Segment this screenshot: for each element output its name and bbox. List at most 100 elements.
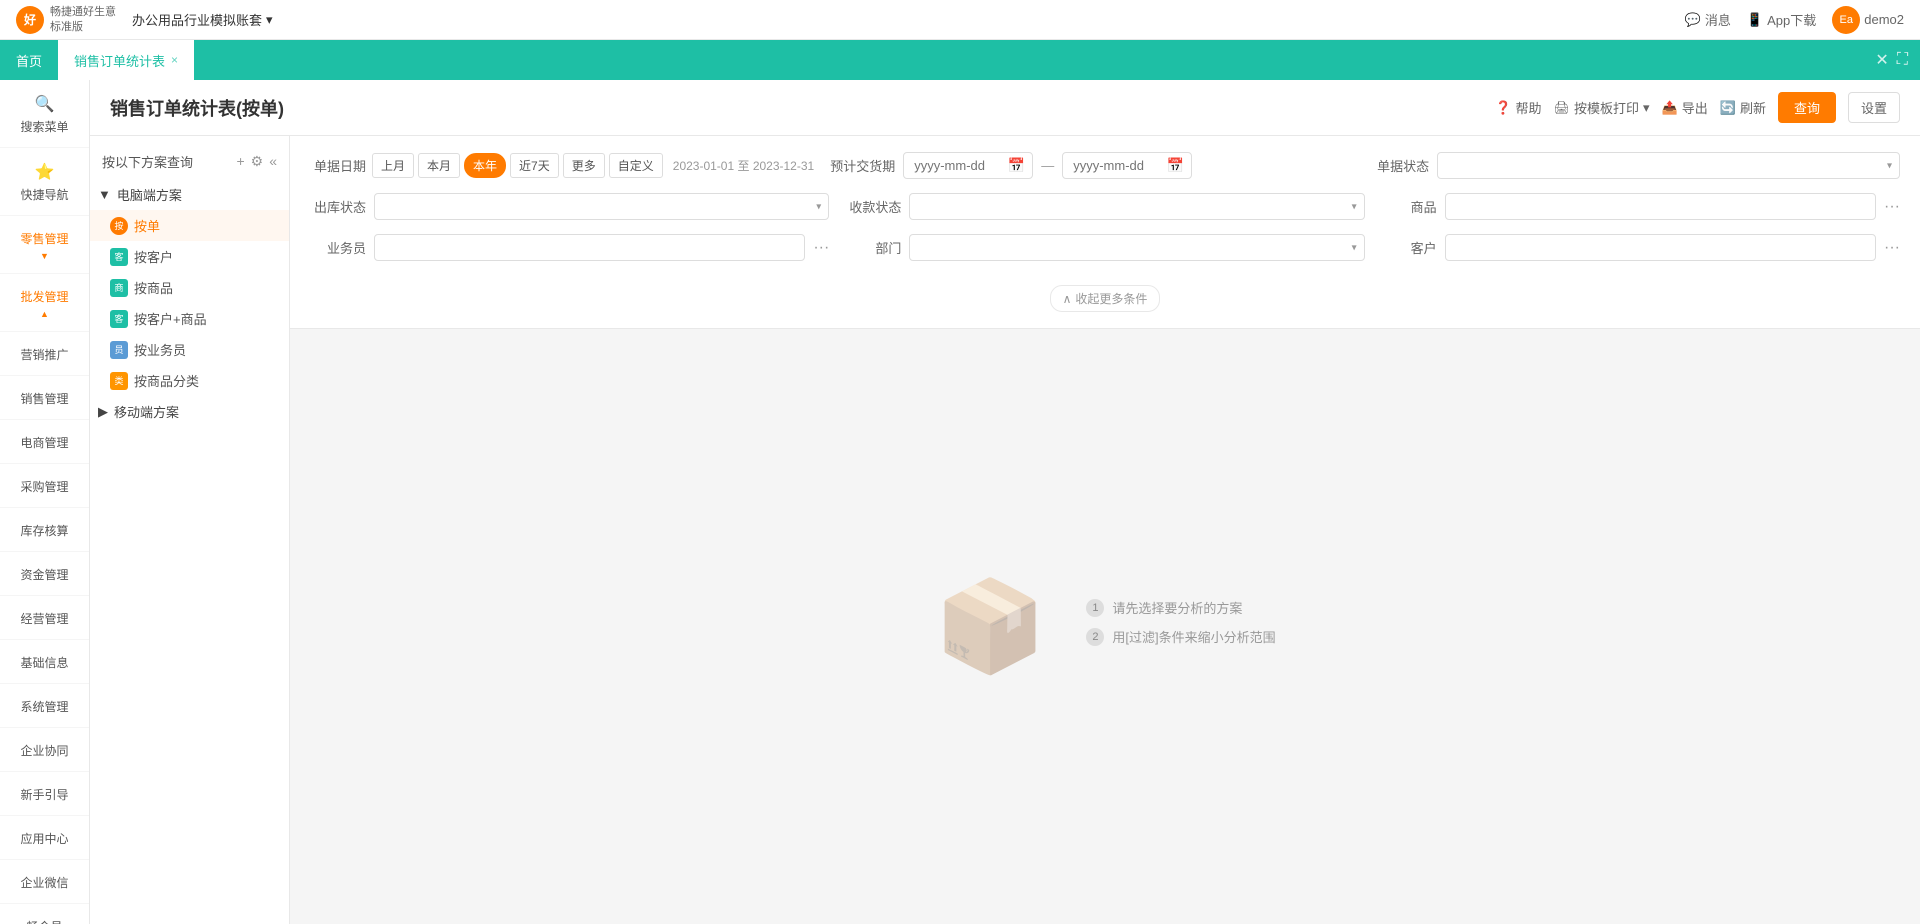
salesperson-dots-icon[interactable]: ··· bbox=[813, 239, 829, 257]
sidebar-item-ecommerce[interactable]: 电商管理 bbox=[0, 420, 89, 464]
print-dropdown-icon: ▾ bbox=[1643, 100, 1650, 116]
tree-mobile-expand-icon: ▶ bbox=[98, 404, 108, 420]
sidebar-item-shortcut[interactable]: ⭐ 快捷导航 bbox=[0, 148, 89, 216]
date-filter-buttons: 上月 本月 本年 近7天 更多 自定义 bbox=[372, 153, 663, 178]
tree-section-pc[interactable]: ▼ 电脑端方案 bbox=[90, 179, 289, 210]
date-btn-custom[interactable]: 自定义 bbox=[609, 153, 663, 178]
date-btn-last-month[interactable]: 上月 bbox=[372, 153, 414, 178]
by-customer-product-icon: 客 bbox=[110, 310, 128, 328]
sidebar-item-marketing[interactable]: 营销推广 bbox=[0, 332, 89, 376]
sidebar-item-finance[interactable]: 资金管理 bbox=[0, 552, 89, 596]
product-dots-icon[interactable]: ··· bbox=[1884, 198, 1900, 216]
sidebar-item-newuser[interactable]: 新手引导 bbox=[0, 772, 89, 816]
logo-text: 畅捷通好生意 标准版 bbox=[50, 5, 116, 34]
settings-scheme-icon[interactable]: ⚙ bbox=[251, 153, 264, 170]
tree-item-by-category[interactable]: 类 按商品分类 bbox=[90, 365, 289, 396]
payment-status-label: 收款状态 bbox=[845, 197, 901, 216]
sidebar-item-enterprise[interactable]: 企业协同 bbox=[0, 728, 89, 772]
user-menu[interactable]: Ea demo2 bbox=[1832, 6, 1904, 34]
search-nav-icon: 🔍 bbox=[35, 94, 55, 114]
delivery-date-start[interactable] bbox=[903, 152, 1033, 179]
app-download-button[interactable]: 📱 App下载 bbox=[1747, 10, 1816, 29]
salesperson-label: 业务员 bbox=[310, 238, 366, 257]
shortcut-nav-icon: ⭐ bbox=[35, 162, 55, 182]
product-input[interactable] bbox=[1445, 193, 1876, 220]
sidebar-item-search[interactable]: 🔍 搜索菜单 bbox=[0, 80, 89, 148]
sidebar-item-member[interactable]: 畅会员 bbox=[0, 904, 89, 924]
order-status-select[interactable] bbox=[1437, 152, 1900, 179]
payment-status-select[interactable] bbox=[909, 193, 1364, 220]
template-print-button[interactable]: 🖨 按模板打印 ▾ bbox=[1554, 98, 1650, 117]
tab-close-icon[interactable]: × bbox=[171, 53, 178, 67]
sidebar-item-retail[interactable]: 零售管理 ▼ bbox=[0, 216, 89, 274]
tabbar: 首页 销售订单统计表 × ✕ ⛶ bbox=[0, 40, 1920, 80]
customer-input[interactable] bbox=[1445, 234, 1876, 261]
window-close-icon[interactable]: ✕ bbox=[1875, 50, 1888, 70]
app-selector[interactable]: 办公用品行业模拟账套 ▾ bbox=[124, 10, 281, 29]
tree-item-by-customer[interactable]: 客 按客户 bbox=[90, 241, 289, 272]
add-scheme-icon[interactable]: + bbox=[236, 153, 244, 170]
tree-item-by-customer-product[interactable]: 客 按客户+商品 bbox=[90, 303, 289, 334]
payment-status-group: 收款状态 ▾ bbox=[845, 193, 1364, 220]
collapse-button[interactable]: ∧ 收起更多条件 bbox=[1050, 285, 1161, 312]
sidebar-item-sales[interactable]: 销售管理 bbox=[0, 376, 89, 420]
empty-state-content: 📦 1 请先选择要分析的方案 2 用[过滤]条件来缩小分析范围 bbox=[934, 574, 1275, 679]
date-btn-this-year[interactable]: 本年 bbox=[464, 153, 506, 178]
sidebar-item-wechat[interactable]: 企业微信 bbox=[0, 860, 89, 904]
sidebar-item-wholesale[interactable]: 批发管理 ▲ bbox=[0, 274, 89, 332]
department-filter-group: 部门 ▾ bbox=[845, 234, 1364, 261]
tree-item-by-order[interactable]: 按 按单 bbox=[90, 210, 289, 241]
sidebar-item-system[interactable]: 系统管理 bbox=[0, 684, 89, 728]
empty-tip-1: 1 请先选择要分析的方案 bbox=[1086, 598, 1275, 617]
topbar-right: 💬 消息 📱 App下载 Ea demo2 bbox=[1685, 6, 1904, 34]
query-button[interactable]: 查询 bbox=[1778, 92, 1836, 123]
order-status-label: 单据状态 bbox=[1373, 156, 1429, 175]
sidebar-item-operations[interactable]: 经营管理 bbox=[0, 596, 89, 640]
settings-button[interactable]: 设置 bbox=[1848, 92, 1900, 123]
export-icon: 📤 bbox=[1662, 100, 1678, 116]
content-wrapper: 按以下方案查询 + ⚙ « ▼ 电脑端方案 按 按单 客 bbox=[90, 136, 1920, 924]
page-title: 销售订单统计表(按单) bbox=[110, 95, 284, 121]
sidebar-item-inventory[interactable]: 库存核算 bbox=[0, 508, 89, 552]
date-btn-7days[interactable]: 近7天 bbox=[510, 153, 559, 178]
date-btn-this-month[interactable]: 本月 bbox=[418, 153, 460, 178]
delivery-date-start-wrap: 📅 bbox=[903, 152, 1033, 179]
logo-icon: 好 bbox=[16, 6, 44, 34]
sidebar-item-appcenter[interactable]: 应用中心 bbox=[0, 816, 89, 860]
sidebar-item-procurement[interactable]: 采购管理 bbox=[0, 464, 89, 508]
tree-item-by-product[interactable]: 商 按商品 bbox=[90, 272, 289, 303]
help-icon: ❓ bbox=[1495, 100, 1511, 116]
by-salesperson-icon: 员 bbox=[110, 341, 128, 359]
date-btn-more[interactable]: 更多 bbox=[563, 153, 605, 178]
salesperson-filter-group: 业务员 ··· bbox=[310, 234, 829, 261]
message-button[interactable]: 💬 消息 bbox=[1685, 10, 1731, 29]
customer-filter-group: 客户 ··· bbox=[1381, 234, 1900, 261]
empty-tips: 1 请先选择要分析的方案 2 用[过滤]条件来缩小分析范围 bbox=[1086, 598, 1275, 656]
empty-state-icon: 📦 bbox=[934, 574, 1046, 679]
expected-delivery-group: 预计交货期 📅 — 📅 bbox=[830, 152, 1357, 179]
export-button[interactable]: 📤 导出 bbox=[1662, 98, 1708, 117]
date-filter-group: 单据日期 上月 本月 本年 近7天 更多 自定义 2023-01-01 至 20… bbox=[310, 153, 814, 178]
window-expand-icon[interactable]: ⛶ bbox=[1897, 51, 1908, 69]
order-status-group: 单据状态 ▾ bbox=[1373, 152, 1900, 179]
delivery-status-group: 出库状态 ▾ bbox=[310, 193, 829, 220]
delivery-date-end[interactable] bbox=[1062, 152, 1192, 179]
delivery-status-select[interactable] bbox=[374, 193, 829, 220]
collapse-row: ∧ 收起更多条件 bbox=[310, 275, 1900, 312]
department-select[interactable] bbox=[909, 234, 1364, 261]
filter-row-1: 单据日期 上月 本月 本年 近7天 更多 自定义 2023-01-01 至 20… bbox=[310, 152, 1900, 179]
salesperson-input[interactable] bbox=[374, 234, 805, 261]
tab-sales-order-stats[interactable]: 销售订单统计表 × bbox=[58, 40, 194, 80]
refresh-button[interactable]: 🔄 刷新 bbox=[1720, 98, 1766, 117]
customer-dots-icon[interactable]: ··· bbox=[1884, 239, 1900, 257]
tab-home[interactable]: 首页 bbox=[0, 40, 58, 80]
sidebar-item-basic[interactable]: 基础信息 bbox=[0, 640, 89, 684]
tree-section-mobile[interactable]: ▶ 移动端方案 bbox=[90, 396, 289, 427]
tree-item-by-salesperson[interactable]: 员 按业务员 bbox=[90, 334, 289, 365]
expected-delivery-label: 预计交货期 bbox=[830, 156, 895, 175]
page-header: 销售订单统计表(按单) ❓ 帮助 🖨 按模板打印 ▾ 📤 导出 🔄 刷新 bbox=[90, 80, 1920, 136]
help-button[interactable]: ❓ 帮助 bbox=[1495, 98, 1541, 117]
date-dash: — bbox=[1041, 158, 1054, 173]
collapse-scheme-icon[interactable]: « bbox=[269, 153, 277, 170]
date-range-text: 2023-01-01 至 2023-12-31 bbox=[673, 157, 814, 174]
